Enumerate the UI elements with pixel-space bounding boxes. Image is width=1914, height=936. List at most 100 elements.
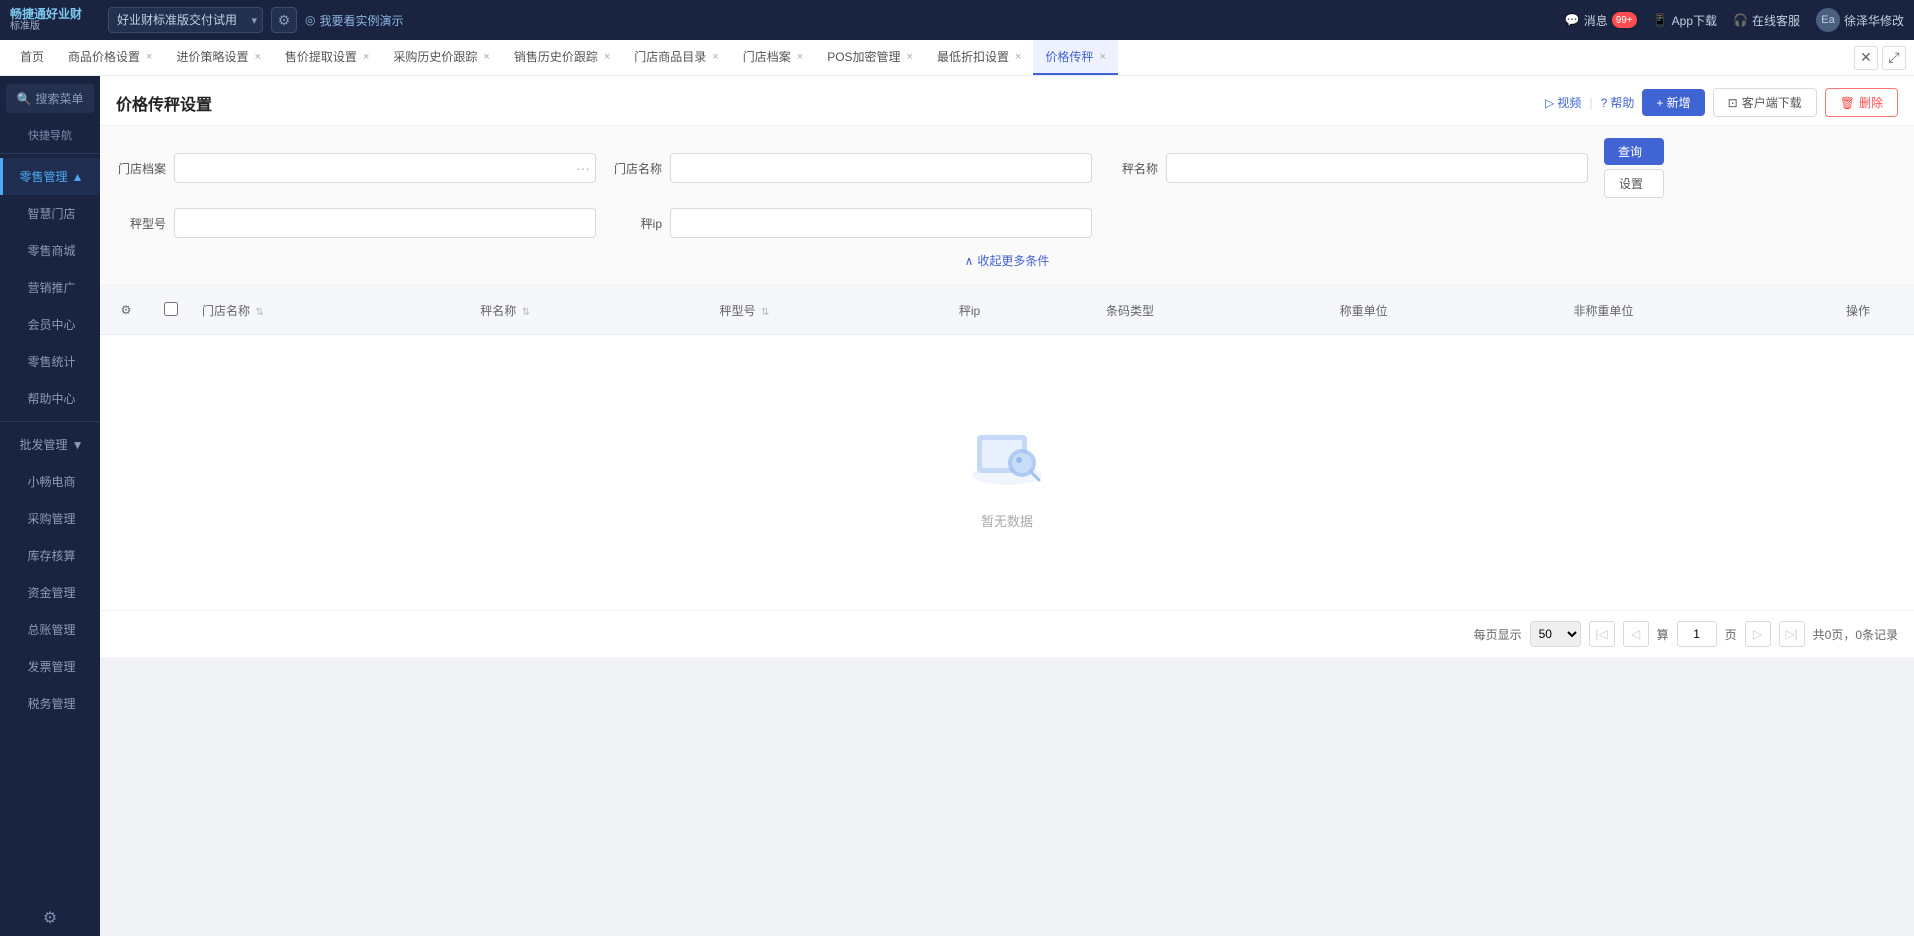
tab-pos-encrypt[interactable]: POS加密管理 × — [815, 40, 925, 75]
store-name-input[interactable] — [670, 153, 1092, 183]
next-page-button[interactable]: ▷ — [1745, 621, 1771, 647]
messages-button[interactable]: 💬 消息 99+ — [1565, 12, 1637, 29]
search-menu-button[interactable]: 🔍 搜索菜单 — [6, 84, 94, 113]
current-page-input[interactable] — [1677, 621, 1717, 647]
filter-scale-model: 秤型号 — [116, 208, 596, 238]
video-link[interactable]: ▷ 视频 — [1545, 94, 1581, 111]
tab-store-profile[interactable]: 门店档案 × — [731, 40, 815, 75]
scale-ip-label: 秤ip — [612, 215, 662, 232]
sidebar-item-retail-mall[interactable]: 零售商城 — [0, 232, 100, 269]
sidebar-item-wholesale[interactable]: 批发管理 ▼ — [0, 426, 100, 463]
sidebar-item-ecommerce[interactable]: 小畅电商 — [0, 463, 100, 500]
delete-button[interactable]: 🗑 删除 — [1825, 88, 1898, 117]
sidebar-item-retail-stats-label: 零售统计 — [27, 355, 75, 369]
tab-price-scale-close[interactable]: × — [1099, 51, 1105, 63]
demo-button[interactable]: 我要看实例演示 — [305, 12, 404, 29]
client-download-button[interactable]: ⊡ 客户端下载 — [1713, 88, 1817, 117]
th-non-weight-unit: 非称重单位 — [1561, 286, 1834, 335]
tab-purchase-track[interactable]: 采购历史价跟踪 × — [381, 40, 501, 75]
filter-store-profile: 门店档案 ··· — [116, 153, 596, 183]
tab-sale-extract-label: 售价提取设置 — [285, 48, 357, 65]
tab-price-scale[interactable]: 价格传秤 × — [1033, 40, 1117, 75]
sidebar-item-inventory[interactable]: 库存核算 — [0, 537, 100, 574]
tab-fullscreen-button[interactable]: ⤢ — [1882, 46, 1906, 70]
scale-model-input[interactable] — [174, 208, 596, 238]
settings-action-button[interactable]: 设置 — [1604, 169, 1664, 198]
sort-store-name-icon[interactable]: ⇅ — [255, 307, 263, 318]
sidebar-item-ecommerce-label: 小畅电商 — [27, 475, 75, 489]
tab-sales-track[interactable]: 销售历史价跟踪 × — [502, 40, 622, 75]
chevron-up-icon: ▲ — [72, 170, 84, 184]
user-menu-button[interactable]: Ea 徐泽华修改 — [1816, 8, 1904, 32]
tab-cost-strategy[interactable]: 进价策略设置 × — [164, 40, 272, 75]
sidebar: 🔍 搜索菜单 快捷导航 零售管理 ▲ 智慧门店 零售商城 营销推广 会员中心 零… — [0, 76, 100, 936]
tab-sale-extract-close[interactable]: × — [363, 51, 369, 63]
online-service-button[interactable]: 🎧 在线客服 — [1733, 12, 1800, 29]
tab-pos-encrypt-close[interactable]: × — [907, 51, 913, 63]
sidebar-item-retail-management[interactable]: 零售管理 ▲ — [0, 158, 100, 195]
logo-area: 畅捷通好业财 标准版 — [10, 7, 100, 33]
last-page-button[interactable]: ▷| — [1779, 621, 1805, 647]
tab-sales-track-close[interactable]: × — [604, 51, 610, 63]
tab-purchase-track-close[interactable]: × — [483, 51, 489, 63]
store-profile-input-wrap: ··· — [174, 153, 596, 183]
query-button[interactable]: 查询 — [1604, 138, 1664, 165]
tab-store-catalog[interactable]: 门店商品目录 × — [622, 40, 730, 75]
scale-name-input[interactable] — [1166, 153, 1588, 183]
sidebar-item-purchase[interactable]: 采购管理 — [0, 500, 100, 537]
filter-store-name: 门店名称 — [612, 153, 1092, 183]
sidebar-item-membership[interactable]: 会员中心 — [0, 306, 100, 343]
th-barcode-type-label: 条码类型 — [1106, 304, 1154, 318]
page-title: 价格传秤设置 — [116, 91, 212, 115]
sidebar-item-tax-label: 税务管理 — [27, 697, 75, 711]
sidebar-item-invoice[interactable]: 发票管理 — [0, 648, 100, 685]
sidebar-item-general-ledger[interactable]: 总账管理 — [0, 611, 100, 648]
sidebar-search-area: 🔍 搜索菜单 — [0, 76, 100, 121]
data-table: ⚙ 门店名称 ⇅ 秤名称 ⇅ — [100, 286, 1914, 335]
download-label: 客户端下载 — [1742, 94, 1802, 111]
quick-nav-button[interactable]: 快捷导航 — [0, 121, 100, 149]
version-select[interactable]: 好业财标准版交付试用 — [108, 7, 263, 33]
page-size-select[interactable]: 50 10 20 100 — [1530, 621, 1581, 647]
sidebar-item-retail-stats[interactable]: 零售统计 — [0, 343, 100, 380]
tab-min-discount-close[interactable]: × — [1015, 51, 1021, 63]
sidebar-item-finance[interactable]: 资金管理 — [0, 574, 100, 611]
sort-scale-model-icon[interactable]: ⇅ — [761, 307, 769, 318]
sidebar-item-help-center[interactable]: 帮助中心 — [0, 380, 100, 417]
tab-store-catalog-close[interactable]: × — [712, 51, 718, 63]
first-page-button[interactable]: |◁ — [1589, 621, 1615, 647]
version-select-wrap[interactable]: 好业财标准版交付试用 — [108, 7, 263, 33]
sidebar-item-smart-store[interactable]: 智慧门店 — [0, 195, 100, 232]
add-button[interactable]: + 新增 — [1642, 89, 1704, 116]
tab-close-button[interactable]: ✕ — [1854, 46, 1878, 70]
tab-home[interactable]: 首页 — [8, 40, 56, 75]
collapse-label: 收起更多条件 — [977, 252, 1049, 269]
collapse-button[interactable]: ∧ 收起更多条件 — [965, 248, 1050, 273]
settings-icon-button[interactable]: ⚙ — [271, 7, 297, 33]
tab-price-setting-close[interactable]: × — [146, 51, 152, 63]
sidebar-item-invoice-label: 发票管理 — [27, 660, 75, 674]
tab-sale-extract[interactable]: 售价提取设置 × — [273, 40, 381, 75]
prev-page-button[interactable]: ◁ — [1623, 621, 1649, 647]
tab-price-setting[interactable]: 商品价格设置 × — [56, 40, 164, 75]
help-link[interactable]: ? 帮助 — [1601, 94, 1635, 111]
sidebar-item-tax[interactable]: 税务管理 — [0, 685, 100, 722]
tab-cost-strategy-close[interactable]: × — [254, 51, 260, 63]
sidebar-item-marketing[interactable]: 营销推广 — [0, 269, 100, 306]
tab-store-profile-close[interactable]: × — [797, 51, 803, 63]
filter-scale-name: 秤名称 — [1108, 153, 1588, 183]
sidebar-gear-icon[interactable]: ⚙ — [43, 910, 57, 927]
sort-scale-name-icon[interactable]: ⇅ — [522, 307, 530, 318]
store-name-label: 门店名称 — [612, 160, 662, 177]
store-profile-input[interactable] — [174, 153, 596, 183]
app-download-button[interactable]: 📱 App下载 — [1653, 12, 1717, 29]
scale-ip-input[interactable] — [670, 208, 1092, 238]
logo-title: 畅捷通好业财 — [10, 7, 82, 21]
table-column-settings-button[interactable]: ⚙ — [112, 296, 140, 324]
sidebar-item-purchase-label: 采购管理 — [27, 512, 75, 526]
store-profile-dots-icon[interactable]: ··· — [576, 160, 590, 176]
tab-min-discount[interactable]: 最低折扣设置 × — [925, 40, 1033, 75]
select-all-checkbox[interactable] — [164, 302, 178, 316]
tab-sales-track-label: 销售历史价跟踪 — [514, 48, 598, 65]
help-label: 帮助 — [1610, 94, 1634, 111]
